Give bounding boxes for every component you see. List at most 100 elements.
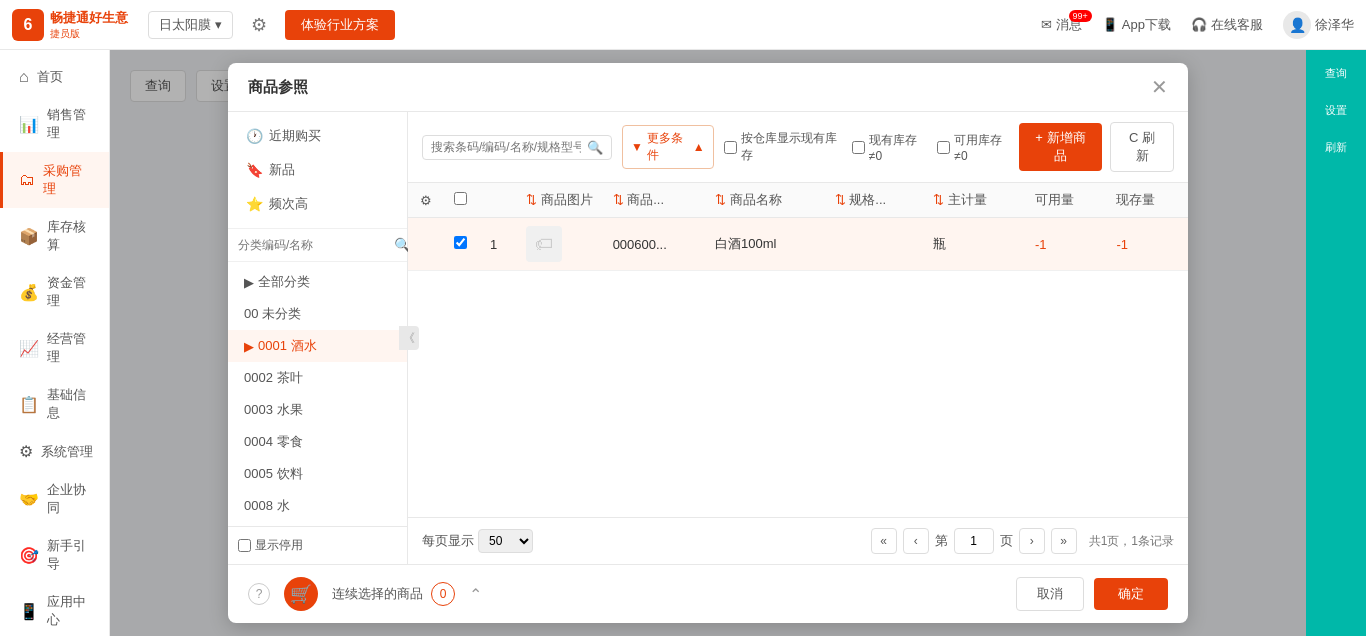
current-stock-input[interactable] — [852, 141, 865, 154]
page-number-input[interactable] — [954, 528, 994, 554]
category-fruit[interactable]: 0003 水果 — [228, 394, 407, 426]
warehouse-stock-checkbox[interactable]: 按仓库显示现有库存 — [724, 130, 838, 164]
row-checkbox[interactable] — [454, 236, 467, 249]
product-search-bar: 🔍 — [422, 135, 612, 160]
sidebar-item-purchase[interactable]: 🗂 采购管理 — [0, 152, 109, 208]
store-selector[interactable]: 日太阳膜 ▾ — [148, 11, 233, 39]
row-check[interactable] — [444, 218, 480, 271]
collapse-up-icon[interactable]: ⌃ — [469, 585, 482, 604]
sidebar-item-enterprise[interactable]: 🤝 企业协同 — [0, 471, 109, 527]
category-uncategorized[interactable]: 00 未分类 — [228, 298, 407, 330]
category-search-input[interactable] — [238, 238, 388, 252]
current-stock-checkbox[interactable]: 现有库存≠0 — [852, 132, 924, 163]
modal-footer: ? 🛒 连续选择的商品 0 ⌃ 取消 确定 — [228, 564, 1188, 623]
modal-body: 🕐 近期购买 🔖 新品 ⭐ 频次高 — [228, 112, 1188, 564]
help-button[interactable]: ? — [248, 583, 270, 605]
modal-title: 商品参照 — [248, 78, 308, 97]
category-snack[interactable]: 0004 零食 — [228, 426, 407, 458]
filter-icon: ▼ — [631, 140, 643, 154]
table-row[interactable]: 1 🏷 000600... 白酒100ml 瓶 -1 — [408, 218, 1188, 271]
app-download-button[interactable]: 📱 App下载 — [1102, 16, 1171, 34]
finance-icon: 💰 — [19, 283, 39, 302]
col-code-header[interactable]: ⇅ 商品... — [603, 183, 705, 218]
pagination-nav: « ‹ 第 页 › » 共1页，1条记录 — [871, 528, 1174, 554]
right-refresh-button[interactable]: 刷新 — [1306, 134, 1366, 161]
phone-icon: 📱 — [1102, 17, 1118, 32]
category-drink[interactable]: 0005 饮料 — [228, 458, 407, 490]
sidebar-collapse-button[interactable]: 《 — [399, 326, 419, 350]
col-name-header[interactable]: ⇅ 商品名称 — [705, 183, 825, 218]
sidebar-item-basic-info[interactable]: 📋 基础信息 — [0, 376, 109, 432]
pagination: 每页显示 50 100 200 « ‹ 第 — [408, 517, 1188, 564]
sidebar-item-sales[interactable]: 📊 销售管理 — [0, 96, 109, 152]
category-all[interactable]: ▶ 全部分类 — [228, 266, 407, 298]
online-service-button[interactable]: 🎧 在线客服 — [1191, 16, 1263, 34]
row-name: 白酒100ml — [705, 218, 825, 271]
quick-filter-frequent[interactable]: ⭐ 频次高 — [238, 190, 397, 218]
sidebar-item-app[interactable]: 📱 应用中心 — [0, 583, 109, 636]
logo: 6 畅捷通好生意 捷员版 — [12, 9, 128, 41]
star-icon: ⭐ — [246, 196, 263, 212]
available-stock-input[interactable] — [937, 141, 950, 154]
modal-sidebar-footer: 显示停用 — [228, 526, 407, 564]
modal-close-button[interactable]: ✕ — [1151, 77, 1168, 97]
quick-filter-recent[interactable]: 🕐 近期购买 — [238, 122, 397, 150]
per-page-dropdown[interactable]: 50 100 200 — [478, 529, 533, 553]
sidebar-item-guide[interactable]: 🎯 新手引导 — [0, 527, 109, 583]
col-num — [480, 183, 516, 218]
code-sort-icon: ⇅ — [613, 192, 624, 207]
more-filter-button[interactable]: ▼ 更多条件 ▲ — [622, 125, 714, 169]
search-magnify-icon: 🔍 — [587, 140, 603, 155]
cart-button[interactable]: 🛒 — [284, 577, 318, 611]
col-check[interactable] — [444, 183, 480, 218]
message-badge: 99+ — [1069, 10, 1092, 22]
page-total-info: 共1页，1条记录 — [1089, 533, 1174, 550]
product-search-input[interactable] — [431, 140, 581, 154]
category-wine[interactable]: ▶ 0001 酒水 — [228, 330, 407, 362]
available-stock-checkbox[interactable]: 可用库存≠0 — [937, 132, 1009, 163]
product-reference-modal: 商品参照 ✕ 🕐 近期购买 🔖 — [228, 63, 1188, 623]
inventory-icon: 📦 — [19, 227, 39, 246]
sidebar-item-home[interactable]: ⌂ 首页 — [0, 58, 109, 96]
messages-button[interactable]: ✉ 消息 99+ — [1041, 16, 1082, 34]
confirm-button[interactable]: 确定 — [1094, 578, 1168, 610]
right-settings-button[interactable]: 设置 — [1306, 97, 1366, 124]
name-sort-icon: ⇅ — [715, 192, 726, 207]
page-last-button[interactable]: » — [1051, 528, 1077, 554]
show-disabled-input[interactable] — [238, 539, 251, 552]
category-water[interactable]: 0008 水 — [228, 490, 407, 522]
col-spec-header[interactable]: ⇅ 规格... — [825, 183, 924, 218]
category-tea[interactable]: 0002 茶叶 — [228, 362, 407, 394]
col-available-header[interactable]: 可用量 — [1025, 183, 1106, 218]
filter-checkboxes: 按仓库显示现有库存 现有库存≠0 可用库存≠0 — [724, 130, 1009, 164]
sidebar-item-system[interactable]: ⚙ 系统管理 — [0, 432, 109, 471]
select-all-checkbox[interactable] — [454, 192, 467, 205]
col-unit-header[interactable]: ⇅ 主计量 — [923, 183, 1025, 218]
right-query-button[interactable]: 查询 — [1306, 60, 1366, 87]
sidebar-item-finance[interactable]: 💰 资金管理 — [0, 264, 109, 320]
page-prev-button[interactable]: ‹ — [903, 528, 929, 554]
col-stock-header[interactable]: 现存量 — [1106, 183, 1188, 218]
col-settings[interactable]: ⚙ — [408, 183, 444, 218]
row-unit: 瓶 — [923, 218, 1025, 271]
user-avatar[interactable]: 👤 徐泽华 — [1283, 11, 1354, 39]
category-search-box: 🔍 — [228, 229, 407, 262]
warehouse-stock-input[interactable] — [724, 141, 737, 154]
add-product-button[interactable]: + 新增商品 — [1019, 123, 1102, 171]
product-table: ⚙ ⇅ 商品图片 ⇅ — [408, 183, 1188, 271]
page-next-button[interactable]: › — [1019, 528, 1045, 554]
sidebar-item-inventory[interactable]: 📦 库存核算 — [0, 208, 109, 264]
page-first-button[interactable]: « — [871, 528, 897, 554]
refresh-button[interactable]: C 刷新 — [1110, 122, 1174, 172]
modal-quick-filters: 🕐 近期购买 🔖 新品 ⭐ 频次高 — [228, 112, 407, 229]
filter-up-icon: ▲ — [693, 140, 705, 154]
home-icon: ⌂ — [19, 68, 29, 86]
trial-button[interactable]: 体验行业方案 — [285, 10, 395, 40]
guide-icon: 🎯 — [19, 546, 39, 565]
cancel-button[interactable]: 取消 — [1016, 577, 1084, 611]
modal-overlay: 商品参照 ✕ 🕐 近期购买 🔖 — [110, 50, 1306, 636]
show-disabled-checkbox[interactable]: 显示停用 — [238, 537, 303, 554]
quick-filter-new[interactable]: 🔖 新品 — [238, 156, 397, 184]
sidebar-item-operations[interactable]: 📈 经营管理 — [0, 320, 109, 376]
settings-icon[interactable]: ⚙ — [243, 9, 275, 41]
